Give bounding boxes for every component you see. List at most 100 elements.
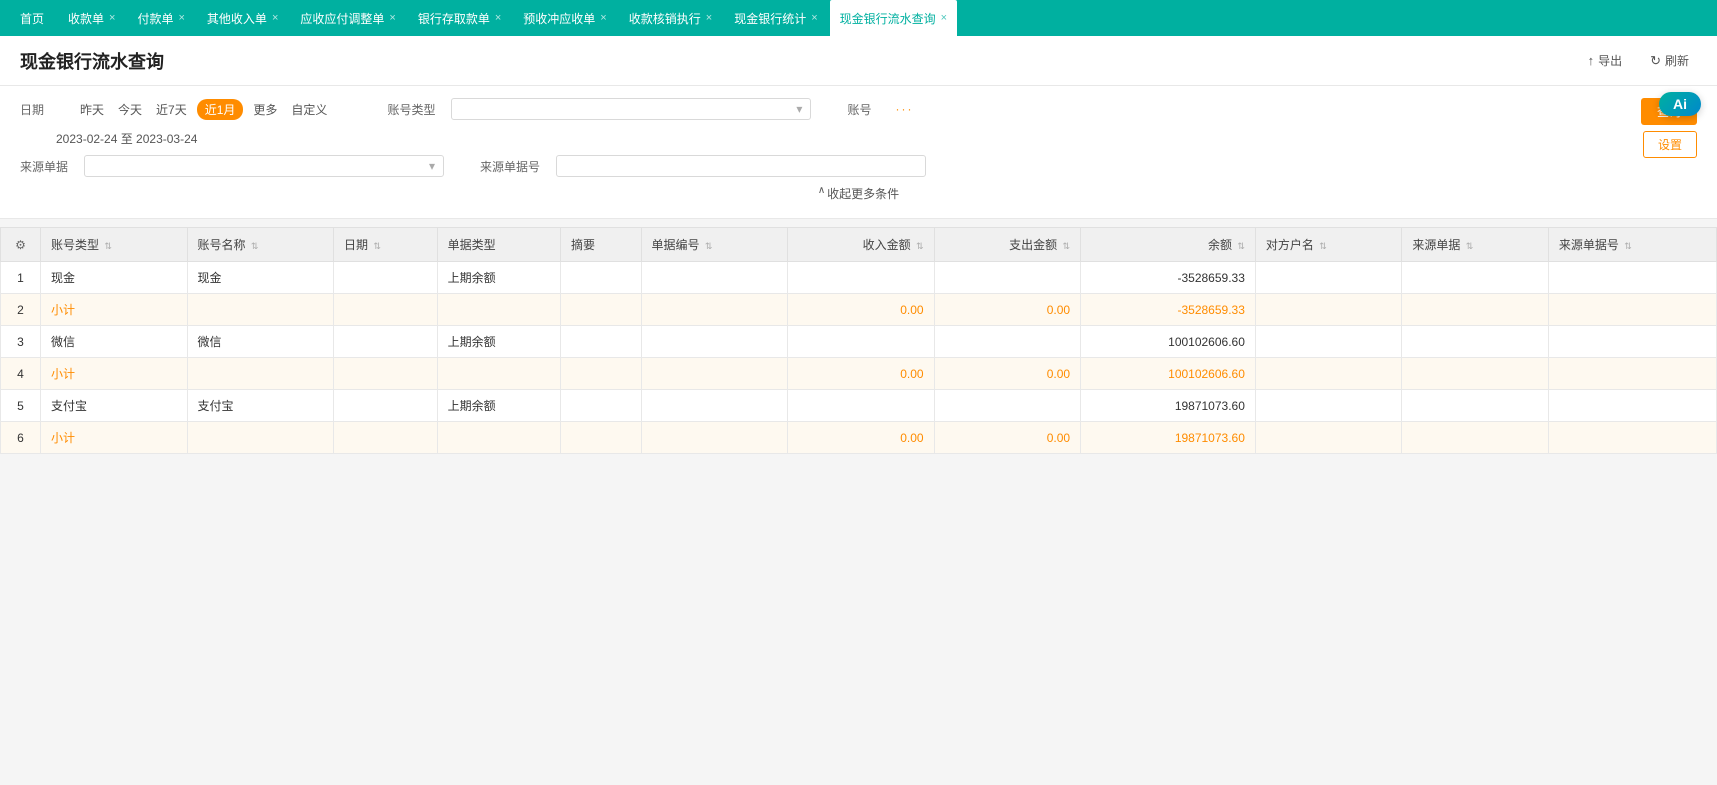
col-doc-type: 单据类型 <box>437 228 560 262</box>
nav-tab-6[interactable]: 收款核销执行 × <box>619 0 722 36</box>
cell-source-doc-no <box>1548 358 1716 390</box>
more-btn[interactable]: 更多 <box>249 99 281 120</box>
close-icon[interactable]: × <box>811 12 817 24</box>
table-row: 1现金现金上期余额-3528659.33 <box>1 262 1717 294</box>
refresh-button[interactable]: ↻ 刷新 <box>1642 48 1697 73</box>
cell-account-type: 小计 <box>41 294 188 326</box>
col-summary-label: 摘要 <box>571 238 595 252</box>
cell-income: 0.00 <box>788 294 935 326</box>
close-icon[interactable]: × <box>941 12 947 24</box>
account-dots[interactable]: ··· <box>895 102 913 116</box>
sort-icon[interactable]: ⇅ <box>1063 241 1071 252</box>
today-btn[interactable]: 今天 <box>114 99 146 120</box>
col-date-label: 日期 <box>344 238 368 252</box>
sort-icon[interactable]: ⇅ <box>1466 241 1474 252</box>
cell-source-doc-no <box>1548 390 1716 422</box>
sort-icon[interactable]: ⇅ <box>1624 241 1632 252</box>
recent7-btn[interactable]: 近7天 <box>152 99 191 120</box>
refresh-icon: ↻ <box>1650 53 1661 69</box>
col-date: 日期 ⇅ <box>334 228 438 262</box>
custom-btn[interactable]: 自定义 <box>287 99 331 120</box>
col-gear[interactable]: ⚙ <box>1 228 41 262</box>
cell-account-name: 支付宝 <box>187 390 334 422</box>
cell-summary <box>561 358 642 390</box>
row-number: 6 <box>1 422 41 454</box>
sort-icon[interactable]: ⇅ <box>104 241 112 252</box>
cell-income <box>788 262 935 294</box>
cell-doc-type <box>437 358 560 390</box>
collapse-more-button[interactable]: ∧ 收起更多条件 <box>20 181 1697 206</box>
close-icon[interactable]: × <box>109 12 115 24</box>
cell-account-type: 微信 <box>41 326 188 358</box>
row-number: 3 <box>1 326 41 358</box>
col-summary: 摘要 <box>561 228 642 262</box>
yesterday-btn[interactable]: 昨天 <box>76 99 108 120</box>
nav-tab-7[interactable]: 现金银行统计 × <box>724 0 827 36</box>
close-icon[interactable]: × <box>706 12 712 24</box>
filter-row-1: 日期 昨天 今天 近7天 近1月 更多 自定义 账号类型 ▾ 账号 ··· <box>20 98 1577 120</box>
cell-account-type: 现金 <box>41 262 188 294</box>
close-icon[interactable]: × <box>389 12 395 24</box>
nav-home[interactable]: 首页 <box>8 0 56 36</box>
filter-row-2: 来源单据 ▾ 来源单据号 <box>20 155 1577 177</box>
cell-counterpart <box>1255 294 1402 326</box>
nav-tab-8[interactable]: 现金银行流水查询 × <box>830 0 957 36</box>
cell-date <box>334 294 438 326</box>
chevron-up-icon: ∧ <box>818 185 825 202</box>
cell-balance: -3528659.33 <box>1081 294 1256 326</box>
settings-button[interactable]: 设置 <box>1643 131 1697 158</box>
nav-tab-5[interactable]: 预收冲应收单 × <box>513 0 616 36</box>
cell-summary <box>561 294 642 326</box>
cell-income: 0.00 <box>788 358 935 390</box>
sort-icon[interactable]: ⇅ <box>916 241 924 252</box>
cell-source-doc <box>1402 358 1549 390</box>
cell-balance: 19871073.60 <box>1081 422 1256 454</box>
nav-tab-0[interactable]: 收款单 × <box>58 0 125 36</box>
source-doc-no-input[interactable] <box>556 155 926 177</box>
cell-balance: 100102606.60 <box>1081 358 1256 390</box>
nav-tab-2[interactable]: 其他收入单 × <box>197 0 288 36</box>
table-container: ⚙ 账号类型 ⇅ 账号名称 ⇅ 日期 ⇅ 单据类型 摘要 <box>0 227 1717 454</box>
page-title: 现金银行流水查询 <box>20 48 164 74</box>
col-expense-label: 支出金额 <box>1009 238 1057 252</box>
table-row: 2小计0.000.00-3528659.33 <box>1 294 1717 326</box>
cell-source-doc <box>1402 262 1549 294</box>
cell-expense <box>934 262 1081 294</box>
ai-badge[interactable]: Ai <box>1659 92 1701 116</box>
table-row: 5支付宝支付宝上期余额19871073.60 <box>1 390 1717 422</box>
close-icon[interactable]: × <box>600 12 606 24</box>
table-header: ⚙ 账号类型 ⇅ 账号名称 ⇅ 日期 ⇅ 单据类型 摘要 <box>1 228 1717 262</box>
cell-doc-type <box>437 422 560 454</box>
nav-tab-4[interactable]: 银行存取款单 × <box>408 0 511 36</box>
close-icon[interactable]: × <box>272 12 278 24</box>
export-button[interactable]: ↑ 导出 <box>1580 48 1631 73</box>
date-label: 日期 <box>20 101 60 118</box>
sort-icon[interactable]: ⇅ <box>1237 241 1245 252</box>
cell-account-type: 小计 <box>41 358 188 390</box>
sort-icon[interactable]: ⇅ <box>251 241 259 252</box>
settings-icon[interactable]: ⚙ <box>15 238 26 252</box>
row-number: 2 <box>1 294 41 326</box>
cell-source-doc-no <box>1548 422 1716 454</box>
cell-date <box>334 326 438 358</box>
filter-area: 日期 昨天 今天 近7天 近1月 更多 自定义 账号类型 ▾ 账号 ··· <box>0 86 1717 219</box>
cell-date <box>334 262 438 294</box>
sort-icon[interactable]: ⇅ <box>373 241 381 252</box>
cell-source-doc <box>1402 294 1549 326</box>
close-icon[interactable]: × <box>495 12 501 24</box>
nav-tab-1[interactable]: 付款单 × <box>127 0 194 36</box>
col-counterpart: 对方户名 ⇅ <box>1255 228 1402 262</box>
close-icon[interactable]: × <box>178 12 184 24</box>
cell-summary <box>561 390 642 422</box>
cell-account-type: 支付宝 <box>41 390 188 422</box>
account-type-select[interactable]: ▾ <box>451 98 811 120</box>
recent1m-btn[interactable]: 近1月 <box>197 99 244 120</box>
sort-icon[interactable]: ⇅ <box>1319 241 1327 252</box>
source-doc-select[interactable]: ▾ <box>84 155 444 177</box>
sort-icon[interactable]: ⇅ <box>705 241 713 252</box>
cell-doc-no <box>641 358 788 390</box>
date-range-display: 2023-02-24 至 2023-03-24 <box>52 130 1577 147</box>
nav-tab-3[interactable]: 应收应付调整单 × <box>290 0 405 36</box>
cell-doc-no <box>641 294 788 326</box>
filter-left: 日期 昨天 今天 近7天 近1月 更多 自定义 账号类型 ▾ 账号 ··· <box>20 98 1577 177</box>
